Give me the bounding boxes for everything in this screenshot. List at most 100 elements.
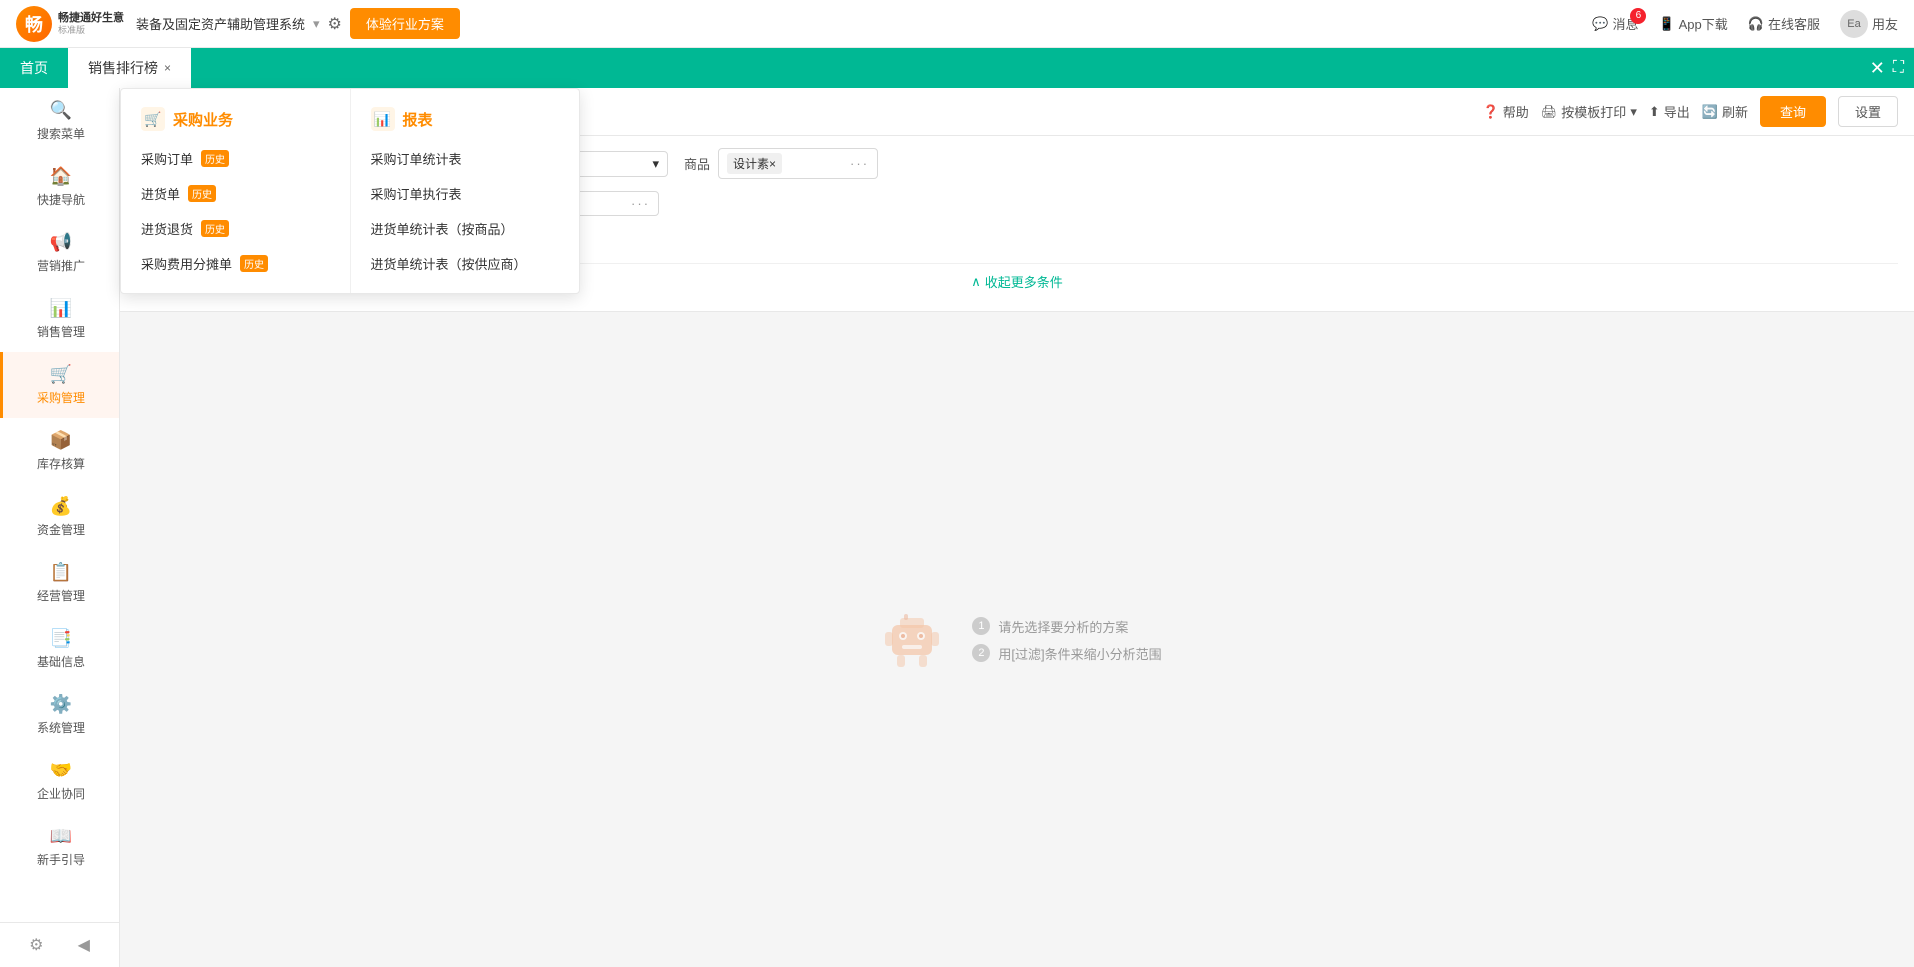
tab-bar-expand-icon[interactable]: ⛶	[1893, 59, 1904, 77]
sidebar-item-finance[interactable]: 💰 资金管理	[0, 484, 119, 550]
online-service-item[interactable]: 🎧 在线客服	[1748, 14, 1820, 33]
sidebar-item-enterprise[interactable]: 🤝 企业协同	[0, 748, 119, 814]
user-item[interactable]: Ea 用友	[1840, 10, 1898, 38]
goods-dots[interactable]: ···	[850, 156, 869, 171]
toolbar-right: ❓ 帮助 🖨 按模板打印 ▾ ⬆ 导出 🔄 刷新 查询 设置	[1483, 96, 1898, 127]
refresh-button[interactable]: 🔄 刷新	[1702, 102, 1748, 121]
logo-text-area: 畅捷通好生意 标准版	[58, 12, 124, 36]
export-button[interactable]: ⬆ 导出	[1649, 102, 1690, 121]
dropdown-item-purchase-return[interactable]: 进货退货 历史	[121, 211, 350, 246]
headset-icon: 🎧	[1748, 16, 1764, 32]
settings-button[interactable]: 设置	[1838, 96, 1898, 127]
dropdown-item-purchase-order-exec[interactable]: 采购订单执行表	[351, 176, 580, 211]
tab-bar-right: ✕ ⛶	[1870, 58, 1914, 79]
sidebar-item-newbie[interactable]: 📖 新手引导	[0, 814, 119, 880]
print-chevron-icon: ▾	[1630, 104, 1637, 120]
collapse-icon: ∧	[971, 274, 981, 290]
top-right: 💬 消息 6 📱 App下载 🎧 在线客服 Ea 用友	[1592, 10, 1898, 38]
purchase-col: 🛒 采购业务 采购订单 历史 进货单 历史 进货退货 历史 采购费用分摊单 历史	[121, 89, 351, 293]
top-bar: 畅 畅捷通好生意 标准版 装备及固定资产辅助管理系统 ▾ ⚙ 体验行业方案 💬 …	[0, 0, 1914, 48]
export-icon: ⬆	[1649, 104, 1660, 120]
dropdown-item-purchase-order[interactable]: 采购订单 历史	[121, 141, 350, 176]
inventory-icon: 📦	[50, 430, 72, 451]
sidebar-item-system[interactable]: ⚙️ 系统管理	[0, 682, 119, 748]
goods-label: 商品	[684, 154, 710, 173]
logo-sub: 标准版	[58, 25, 124, 36]
sidebar-item-purchase[interactable]: 🛒 采购管理	[0, 352, 119, 418]
enterprise-icon: 🤝	[50, 760, 72, 781]
purchase-header: 🛒 采购业务	[121, 101, 350, 141]
dropdown-item-purchase-expense[interactable]: 采购费用分摊单 历史	[121, 246, 350, 281]
sidebar-collapse-icon[interactable]: ◀	[78, 935, 90, 955]
tab-close-icon[interactable]: ×	[164, 61, 171, 75]
finance-icon: 💰	[50, 496, 72, 517]
empty-tips: 1 请先选择要分析的方案 2 用[过滤]条件来缩小分析范围	[972, 617, 1161, 663]
help-icon: ❓	[1483, 104, 1499, 120]
dropdown-item-purchase-order-stat[interactable]: 采购订单统计表	[351, 141, 580, 176]
report-header-icon: 📊	[371, 107, 395, 131]
message-badge: 6	[1630, 8, 1646, 24]
settings-icon[interactable]: ⚙	[328, 14, 342, 34]
print-icon: 🖨	[1541, 104, 1558, 120]
trial-button[interactable]: 体验行业方案	[350, 8, 460, 39]
operations-icon: 📋	[50, 562, 72, 583]
purchase-header-icon: 🛒	[141, 107, 165, 131]
empty-tip-1: 1 请先选择要分析的方案	[972, 617, 1161, 636]
message-icon: 💬	[1592, 16, 1608, 32]
dropdown-item-purchase-receipt[interactable]: 进货单 历史	[121, 176, 350, 211]
tab-bar-close-icon[interactable]: ✕	[1870, 58, 1885, 79]
sidebar-item-operations[interactable]: 📋 经营管理	[0, 550, 119, 616]
help-button[interactable]: ❓ 帮助	[1483, 102, 1529, 121]
goods-select[interactable]: 设计素× ···	[718, 148, 878, 179]
collapse-button[interactable]: ∧ 收起更多条件	[971, 272, 1063, 291]
dropdown-item-receipt-stat-goods[interactable]: 进货单统计表（按商品）	[351, 211, 580, 246]
system-title: 装备及固定资产辅助管理系统	[136, 14, 305, 33]
logo-text: 畅捷通好生意	[58, 12, 124, 25]
goods-tag: 设计素×	[727, 153, 782, 174]
doc-status-chevron: ▾	[653, 156, 660, 172]
avatar: Ea	[1840, 10, 1868, 38]
phone-icon: 📱	[1658, 16, 1674, 32]
sidebar-item-search[interactable]: 🔍 搜索菜单	[0, 88, 119, 154]
message-item[interactable]: 💬 消息 6	[1592, 14, 1638, 33]
main-layout: 🔍 搜索菜单 🏠 快捷导航 📢 营销推广 📊 销售管理 🛒 采购管理 📦 库存核…	[0, 88, 1914, 967]
system-title-area: 装备及固定资产辅助管理系统 ▾ ⚙ 体验行业方案	[136, 8, 1592, 39]
system-dropdown-icon[interactable]: ▾	[313, 16, 320, 32]
tab-home[interactable]: 首页	[0, 48, 68, 88]
empty-illustration	[872, 600, 952, 680]
sidebar-settings-icon[interactable]: ⚙	[29, 935, 43, 955]
sidebar-item-sales[interactable]: 📊 销售管理	[0, 286, 119, 352]
history-tag: 历史	[201, 220, 229, 237]
empty-tip-2: 2 用[过滤]条件来缩小分析范围	[972, 644, 1161, 663]
app-download-item[interactable]: 📱 App下载	[1658, 14, 1727, 33]
sidebar: 🔍 搜索菜单 🏠 快捷导航 📢 营销推广 📊 销售管理 🛒 采购管理 📦 库存核…	[0, 88, 120, 967]
filter-goods-item: 商品 设计素× ···	[684, 148, 878, 179]
empty-state: 1 请先选择要分析的方案 2 用[过滤]条件来缩小分析范围	[120, 312, 1914, 967]
newbie-icon: 📖	[50, 826, 72, 847]
refresh-icon: 🔄	[1702, 104, 1718, 120]
logo-icon: 畅	[16, 6, 52, 42]
history-tag: 历史	[240, 255, 268, 272]
logo-area: 畅 畅捷通好生意 标准版	[16, 6, 136, 42]
sales-icon: 📊	[50, 298, 72, 319]
sidebar-bottom: ⚙ ◀	[0, 922, 119, 967]
marketing-icon: 📢	[50, 232, 72, 253]
print-button[interactable]: 🖨 按模板打印 ▾	[1541, 102, 1637, 121]
base-info-icon: 📑	[50, 628, 72, 649]
sidebar-item-inventory[interactable]: 📦 库存核算	[0, 418, 119, 484]
history-tag: 历史	[201, 150, 229, 167]
tab-sales-rank[interactable]: 销售排行榜 ×	[68, 48, 191, 88]
system-icon: ⚙️	[50, 694, 72, 715]
dropdown-menu: 🛒 采购业务 采购订单 历史 进货单 历史 进货退货 历史 采购费用分摊单 历史	[120, 88, 580, 294]
dropdown-item-receipt-stat-supplier[interactable]: 进货单统计表（按供应商）	[351, 246, 580, 281]
report-header: 📊 报表	[351, 101, 580, 141]
home-icon: 🏠	[50, 166, 72, 187]
sidebar-item-quick-nav[interactable]: 🏠 快捷导航	[0, 154, 119, 220]
history-tag: 历史	[188, 185, 216, 202]
sidebar-item-marketing[interactable]: 📢 营销推广	[0, 220, 119, 286]
purchase-icon: 🛒	[50, 364, 72, 385]
sidebar-item-base-info[interactable]: 📑 基础信息	[0, 616, 119, 682]
query-button[interactable]: 查询	[1760, 96, 1826, 127]
report-col: 📊 报表 采购订单统计表 采购订单执行表 进货单统计表（按商品） 进货单统计表（…	[351, 89, 580, 293]
salesperson-dots[interactable]: ···	[631, 196, 650, 211]
